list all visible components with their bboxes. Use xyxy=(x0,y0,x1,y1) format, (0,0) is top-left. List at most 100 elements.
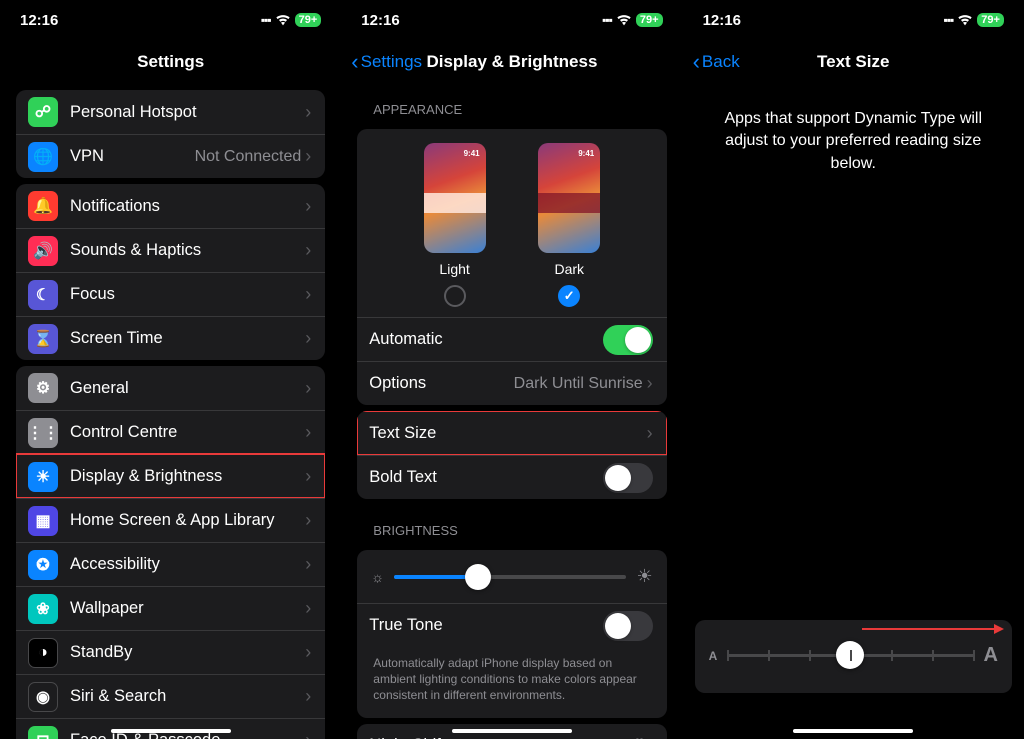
status-bar: 12:16 ▪▪▪ 79+ xyxy=(683,0,1024,40)
automatic-toggle[interactable] xyxy=(603,325,653,355)
nav-bar: Settings xyxy=(0,40,341,84)
cell-detail: Not Connected xyxy=(195,148,302,166)
light-preview: 9:41 xyxy=(424,143,486,253)
chevron-right-icon: › xyxy=(305,328,311,349)
settings-item-screen-time[interactable]: ⌛ Screen Time › xyxy=(16,316,325,360)
automatic-label: Automatic xyxy=(369,330,602,349)
chevron-right-icon: › xyxy=(647,735,653,739)
settings-item-control-centre[interactable]: ⋮⋮ Control Centre › xyxy=(16,410,325,454)
brightness-thumb[interactable] xyxy=(465,564,491,590)
settings-group-notifications: 🔔 Notifications › 🔊 Sounds & Haptics › ☾… xyxy=(16,184,325,360)
chevron-right-icon: › xyxy=(305,240,311,261)
cell-label: Wallpaper xyxy=(70,599,305,618)
preview-time: 9:41 xyxy=(578,149,594,158)
cell-label: General xyxy=(70,379,305,398)
cell-label: Notifications xyxy=(70,197,305,216)
cell-label: VPN xyxy=(70,147,195,166)
brightness-header: BRIGHTNESS xyxy=(341,505,682,544)
chevron-right-icon: › xyxy=(305,642,311,663)
home-indicator[interactable] xyxy=(793,729,913,733)
wifi-icon xyxy=(957,14,973,26)
automatic-cell: Automatic xyxy=(357,317,666,361)
brightness-icon: ☀ xyxy=(28,462,58,492)
wifi-icon xyxy=(275,14,291,26)
true-tone-footer: Automatically adapt iPhone display based… xyxy=(357,647,666,718)
siri-icon: ◉ xyxy=(28,682,58,712)
flower-icon: ❀ xyxy=(28,594,58,624)
light-label: Light xyxy=(424,261,486,277)
chevron-right-icon: › xyxy=(647,373,653,394)
status-time: 12:16 xyxy=(361,12,399,29)
appearance-options: 9:41 Light 9:41 Dark xyxy=(357,129,666,317)
home-indicator[interactable] xyxy=(452,729,572,733)
settings-item-standby[interactable]: ◑ StandBy › xyxy=(16,630,325,674)
chevron-right-icon: › xyxy=(305,554,311,575)
cell-label: Focus xyxy=(70,285,305,304)
faceid-icon: ⊡ xyxy=(28,726,58,739)
brightness-track[interactable] xyxy=(394,575,626,579)
chevron-left-icon: ‹ xyxy=(693,51,700,73)
moon-icon: ☾ xyxy=(28,280,58,310)
cell-label: Personal Hotspot xyxy=(70,103,305,122)
settings-item-general[interactable]: ⚙ General › xyxy=(16,366,325,410)
chevron-right-icon: › xyxy=(305,102,311,123)
chevron-right-icon: › xyxy=(305,422,311,443)
text-size-slider[interactable]: A A xyxy=(709,644,998,667)
status-icons: ▪▪▪ 79+ xyxy=(261,13,321,27)
speaker-icon: 🔊 xyxy=(28,236,58,266)
settings-item-home-screen-app-library[interactable]: ▦ Home Screen & App Library › xyxy=(16,498,325,542)
text-size-slider-panel: A A xyxy=(695,620,1012,693)
text-size-track[interactable] xyxy=(727,654,973,657)
chevron-right-icon: › xyxy=(305,466,311,487)
text-size-label: Text Size xyxy=(369,424,646,443)
appearance-light-option[interactable]: 9:41 Light xyxy=(424,143,486,307)
settings-item-sounds-haptics[interactable]: 🔊 Sounds & Haptics › xyxy=(16,228,325,272)
brightness-slider[interactable]: ☼ ☀ xyxy=(357,550,666,603)
battery-icon: 79+ xyxy=(295,13,322,27)
chevron-right-icon: › xyxy=(305,378,311,399)
chevron-left-icon: ‹ xyxy=(351,51,358,73)
bold-text-toggle[interactable] xyxy=(603,463,653,493)
home-indicator[interactable] xyxy=(111,729,231,733)
settings-item-vpn[interactable]: 🌐 VPN Not Connected › xyxy=(16,134,325,178)
chevron-right-icon: › xyxy=(305,510,311,531)
settings-item-notifications[interactable]: 🔔 Notifications › xyxy=(16,184,325,228)
screen-settings: 12:16 ▪▪▪ 79+ Settings ☍ Personal Hotspo… xyxy=(0,0,341,739)
screen-text-size: 12:16 ▪▪▪ 79+ ‹ Back Text Size Apps that… xyxy=(683,0,1024,739)
settings-item-personal-hotspot[interactable]: ☍ Personal Hotspot › xyxy=(16,90,325,134)
true-tone-toggle[interactable] xyxy=(603,611,653,641)
preview-time: 9:41 xyxy=(464,149,480,158)
options-label: Options xyxy=(369,374,513,393)
settings-item-focus[interactable]: ☾ Focus › xyxy=(16,272,325,316)
text-group: Text Size › Bold Text xyxy=(357,411,666,499)
vpn-icon: 🌐 xyxy=(28,142,58,172)
nav-bar: ‹ Settings Display & Brightness xyxy=(341,40,682,84)
back-button[interactable]: ‹ Back xyxy=(693,51,740,73)
signal-icon: ▪▪▪ xyxy=(943,13,953,27)
settings-group-general: ⚙ General › ⋮⋮ Control Centre › ☀ Displa… xyxy=(16,366,325,739)
light-radio[interactable] xyxy=(444,285,466,307)
cell-label: Display & Brightness xyxy=(70,467,305,486)
options-cell[interactable]: Options Dark Until Sunrise › xyxy=(357,361,666,405)
status-icons: ▪▪▪ 79+ xyxy=(943,13,1003,27)
text-size-cell[interactable]: Text Size › xyxy=(357,411,666,455)
sun-small-icon: ☼ xyxy=(371,569,384,585)
chevron-right-icon: › xyxy=(647,423,653,444)
gear-icon: ⚙ xyxy=(28,373,58,403)
screen-display-brightness: 12:16 ▪▪▪ 79+ ‹ Settings Display & Brigh… xyxy=(341,0,682,739)
settings-item-wallpaper[interactable]: ❀ Wallpaper › xyxy=(16,586,325,630)
dark-radio[interactable] xyxy=(558,285,580,307)
options-detail: Dark Until Sunrise xyxy=(514,375,643,393)
access-icon: ✪ xyxy=(28,550,58,580)
large-a-marker: A xyxy=(983,644,997,667)
cell-label: Accessibility xyxy=(70,555,305,574)
back-button[interactable]: ‹ Settings xyxy=(351,51,422,73)
settings-item-siri-search[interactable]: ◉ Siri & Search › xyxy=(16,674,325,718)
cell-label: Siri & Search xyxy=(70,687,305,706)
cell-label: Control Centre xyxy=(70,423,305,442)
settings-item-accessibility[interactable]: ✪ Accessibility › xyxy=(16,542,325,586)
appearance-dark-option[interactable]: 9:41 Dark xyxy=(538,143,600,307)
settings-item-display-brightness[interactable]: ☀ Display & Brightness › xyxy=(16,454,325,498)
brightness-group: ☼ ☀ True Tone Automatically adapt iPhone… xyxy=(357,550,666,718)
appearance-header: APPEARANCE xyxy=(341,84,682,123)
